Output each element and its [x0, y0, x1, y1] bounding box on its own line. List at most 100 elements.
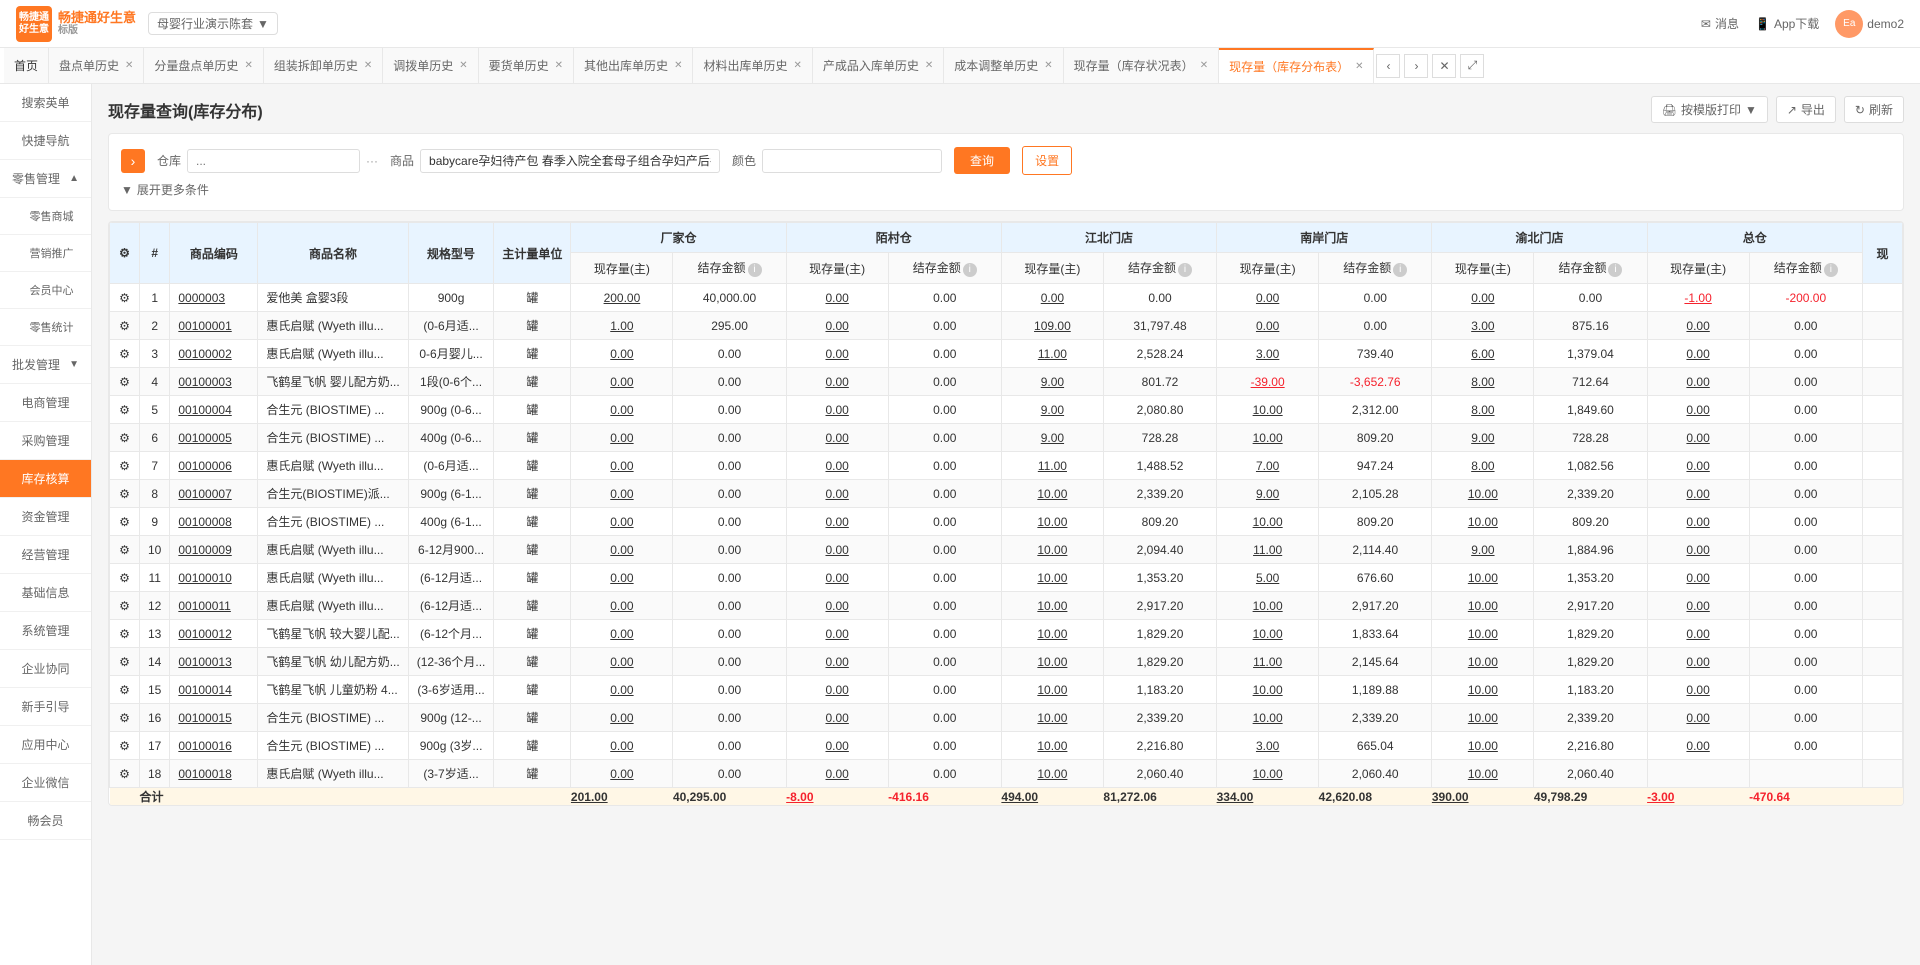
tab-other-out[interactable]: 其他出库单历史 ✕ — [574, 48, 693, 84]
tab-split-inventory[interactable]: 分量盘点单历史 ✕ — [144, 48, 263, 84]
sidebar-item-guide[interactable]: 新手引导 — [0, 688, 91, 726]
row-total-qty[interactable]: 0.00 — [1647, 396, 1749, 424]
close-icon[interactable]: ✕ — [459, 60, 467, 71]
row-c3-qty[interactable]: 10.00 — [1001, 760, 1103, 788]
info-icon[interactable]: i — [748, 263, 762, 277]
row-c2-qty[interactable]: 0.00 — [786, 620, 888, 648]
row-c3-qty[interactable]: 10.00 — [1001, 704, 1103, 732]
close-icon[interactable]: ✕ — [1355, 61, 1363, 72]
row-total-qty[interactable]: 0.00 — [1647, 340, 1749, 368]
sidebar-item-retail-stats[interactable]: 零售统计 — [0, 309, 91, 346]
row-c2-qty[interactable]: 0.00 — [786, 424, 888, 452]
sidebar-item-system[interactable]: 系统管理 — [0, 612, 91, 650]
tab-material-out[interactable]: 材料出库单历史 ✕ — [693, 48, 812, 84]
row-c4-qty[interactable]: 10.00 — [1217, 592, 1319, 620]
row-code[interactable]: 00100005 — [170, 424, 258, 452]
footer-c4-qty[interactable]: 334.00 — [1217, 788, 1319, 806]
row-c1-qty[interactable]: 0.00 — [571, 620, 673, 648]
info-icon[interactable]: i — [1178, 263, 1192, 277]
user-menu[interactable]: Ea demo2 — [1835, 10, 1904, 38]
info-icon[interactable]: i — [1393, 263, 1407, 277]
row-c3-qty[interactable]: 10.00 — [1001, 536, 1103, 564]
sidebar-item-finance[interactable]: 资金管理 — [0, 498, 91, 536]
row-c3-qty[interactable]: 10.00 — [1001, 676, 1103, 704]
row-c2-qty[interactable]: 0.00 — [786, 676, 888, 704]
row-c2-qty[interactable]: 0.00 — [786, 312, 888, 340]
row-c1-qty[interactable]: 0.00 — [571, 704, 673, 732]
filter-toggle-btn[interactable]: › — [121, 149, 145, 173]
tab-home[interactable]: 首页 — [4, 48, 49, 84]
row-total-qty[interactable]: 0.00 — [1647, 508, 1749, 536]
close-icon[interactable]: ✕ — [1044, 60, 1052, 71]
row-c3-qty[interactable]: 10.00 — [1001, 620, 1103, 648]
tab-expand-btn[interactable]: ⤢ — [1460, 54, 1484, 78]
row-code[interactable]: 00100013 — [170, 648, 258, 676]
row-total-qty[interactable]: 0.00 — [1647, 452, 1749, 480]
row-c4-qty[interactable]: 0.00 — [1217, 312, 1319, 340]
row-code[interactable]: 00100010 — [170, 564, 258, 592]
sidebar-item-wechat[interactable]: 企业微信 — [0, 764, 91, 802]
tab-assemble[interactable]: 组装拆卸单历史 ✕ — [264, 48, 383, 84]
row-c1-qty[interactable]: 1.00 — [571, 312, 673, 340]
close-icon[interactable]: ✕ — [925, 60, 933, 71]
row-c5-qty[interactable]: 3.00 — [1432, 312, 1534, 340]
row-c3-qty[interactable]: 10.00 — [1001, 732, 1103, 760]
row-code[interactable]: 00100015 — [170, 704, 258, 732]
row-code[interactable]: 00100004 — [170, 396, 258, 424]
sidebar-item-member[interactable]: 会员中心 — [0, 272, 91, 309]
row-code[interactable]: 00100008 — [170, 508, 258, 536]
row-c5-qty[interactable]: 10.00 — [1432, 704, 1534, 732]
row-c1-qty[interactable]: 0.00 — [571, 480, 673, 508]
export-btn[interactable]: ↗ 导出 — [1776, 96, 1836, 123]
footer-total-qty[interactable]: -3.00 — [1647, 788, 1749, 806]
row-total-qty[interactable]: -1.00 — [1647, 284, 1749, 312]
row-c2-qty[interactable]: 0.00 — [786, 704, 888, 732]
search-btn[interactable]: 查询 — [954, 147, 1010, 174]
sidebar-item-basic-info[interactable]: 基础信息 — [0, 574, 91, 612]
row-c2-qty[interactable]: 0.00 — [786, 760, 888, 788]
row-c4-qty[interactable]: -39.00 — [1217, 368, 1319, 396]
sidebar-item-shortcut[interactable]: 快捷导航 — [0, 122, 91, 160]
row-total-qty[interactable]: 0.00 — [1647, 648, 1749, 676]
row-code[interactable]: 00100009 — [170, 536, 258, 564]
row-c5-qty[interactable]: 0.00 — [1432, 284, 1534, 312]
row-c3-qty[interactable]: 10.00 — [1001, 564, 1103, 592]
row-c1-qty[interactable]: 0.00 — [571, 732, 673, 760]
row-c1-qty[interactable]: 0.00 — [571, 368, 673, 396]
row-c1-qty[interactable]: 200.00 — [571, 284, 673, 312]
row-c1-qty[interactable]: 0.00 — [571, 536, 673, 564]
row-c2-qty[interactable]: 0.00 — [786, 368, 888, 396]
sidebar-item-ecommerce[interactable]: 电商管理 — [0, 384, 91, 422]
row-c5-qty[interactable]: 10.00 — [1432, 760, 1534, 788]
sidebar-item-marketing[interactable]: 营销推广 — [0, 235, 91, 272]
row-c5-qty[interactable]: 9.00 — [1432, 424, 1534, 452]
industry-select[interactable]: 母婴行业演示陈套 ▼ — [148, 12, 278, 35]
tab-cost-adjust[interactable]: 成本调整单历史 ✕ — [944, 48, 1063, 84]
color-input[interactable] — [762, 149, 942, 173]
row-total-qty[interactable]: 0.00 — [1647, 732, 1749, 760]
row-c4-qty[interactable]: 10.00 — [1217, 508, 1319, 536]
close-icon[interactable]: ✕ — [674, 60, 682, 71]
row-c5-qty[interactable]: 6.00 — [1432, 340, 1534, 368]
row-c4-qty[interactable]: 11.00 — [1217, 536, 1319, 564]
row-c3-qty[interactable]: 10.00 — [1001, 648, 1103, 676]
row-c1-qty[interactable]: 0.00 — [571, 424, 673, 452]
sidebar-item-member2[interactable]: 畅会员 — [0, 802, 91, 840]
message-btn[interactable]: ✉ 消息 — [1701, 15, 1739, 32]
row-c4-qty[interactable]: 10.00 — [1217, 704, 1319, 732]
row-c3-qty[interactable]: 10.00 — [1001, 592, 1103, 620]
close-icon[interactable]: ✕ — [244, 60, 252, 71]
row-total-qty[interactable] — [1647, 760, 1749, 788]
tab-purchase[interactable]: 要货单历史 ✕ — [479, 48, 574, 84]
close-icon[interactable]: ✕ — [1200, 60, 1208, 71]
row-c5-qty[interactable]: 10.00 — [1432, 648, 1534, 676]
row-c2-qty[interactable]: 0.00 — [786, 340, 888, 368]
row-c3-qty[interactable]: 10.00 — [1001, 508, 1103, 536]
row-c1-qty[interactable]: 0.00 — [571, 676, 673, 704]
row-c1-qty[interactable]: 0.00 — [571, 592, 673, 620]
row-c4-qty[interactable]: 3.00 — [1217, 732, 1319, 760]
row-c1-qty[interactable]: 0.00 — [571, 508, 673, 536]
row-c5-qty[interactable]: 10.00 — [1432, 564, 1534, 592]
sidebar-item-retail-mall[interactable]: 零售商城 — [0, 198, 91, 235]
info-icon[interactable]: i — [1824, 263, 1838, 277]
